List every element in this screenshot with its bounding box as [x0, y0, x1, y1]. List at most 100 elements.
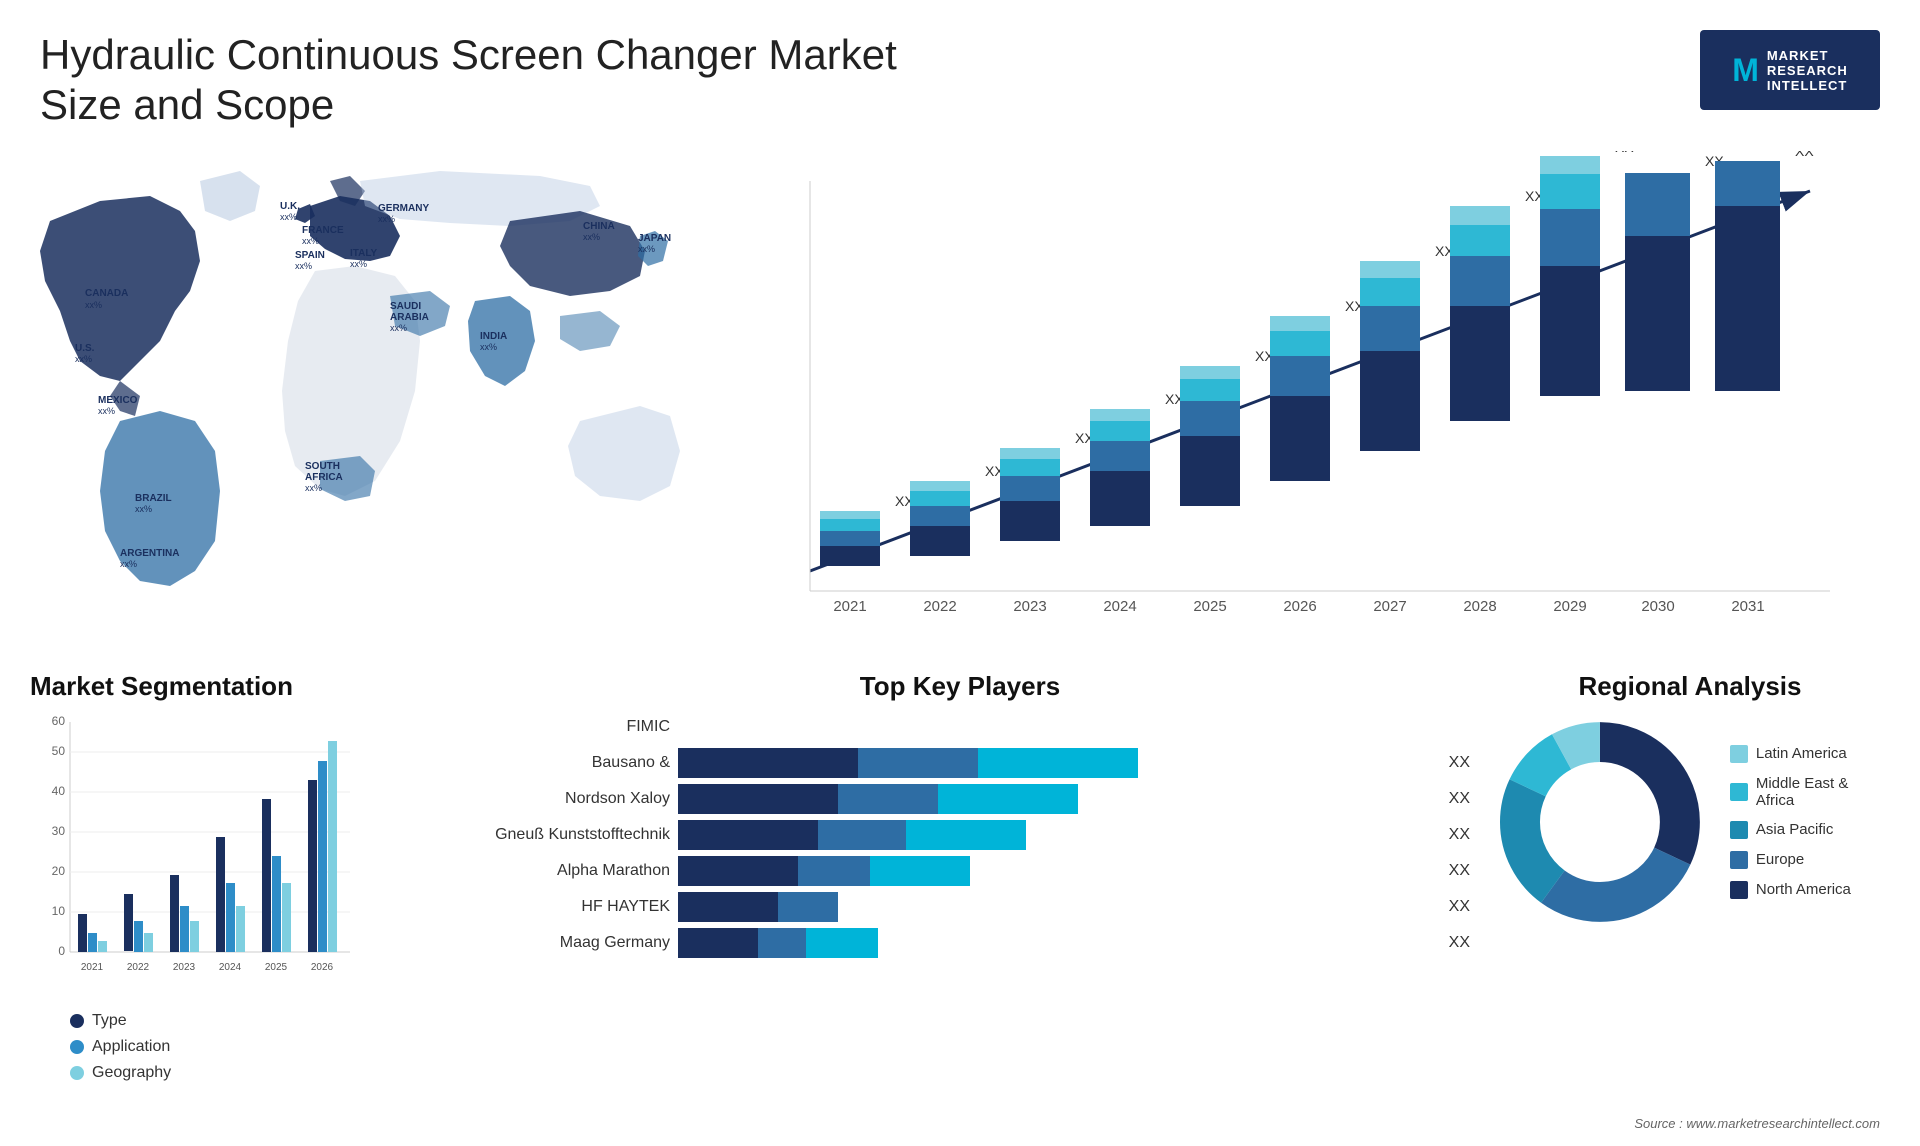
player-xx-bausano: XX: [1449, 754, 1470, 772]
japan-label: JAPAN: [638, 233, 671, 244]
player-bar-light-bausano: [978, 748, 1138, 778]
middle-east-color: [1730, 783, 1748, 801]
india-value: xx%: [480, 342, 497, 352]
seg-application-label: Application: [92, 1038, 170, 1056]
canada-label: CANADA: [85, 288, 128, 299]
player-bar-dark-maag: [678, 928, 758, 958]
logo-inner: M MARKET RESEARCH INTELLECT: [1732, 48, 1848, 93]
svg-text:XX: XX: [1615, 151, 1634, 155]
svg-text:2025: 2025: [1193, 598, 1226, 615]
page-header: Hydraulic Continuous Screen Changer Mark…: [0, 0, 1920, 141]
uk-label: U.K.: [280, 201, 300, 212]
us-label: U.S.: [75, 343, 95, 354]
player-bar-dark-bausano: [678, 748, 858, 778]
donut-chart-svg: [1490, 712, 1710, 932]
player-bar-alpha: [678, 856, 1433, 886]
safrica-value: xx%: [305, 483, 322, 493]
player-xx-nordson: XX: [1449, 790, 1470, 808]
bar-chart-section: 2021 XX 2022 XX 2023 XX 2024 XX: [700, 141, 1900, 661]
north-america-color: [1730, 881, 1748, 899]
player-bar-light-maag: [806, 928, 878, 958]
player-bar-bausano: [678, 748, 1433, 778]
logo-text: MARKET RESEARCH INTELLECT: [1767, 48, 1848, 93]
player-bar-light-alpha: [870, 856, 970, 886]
geography-color-dot: [70, 1066, 84, 1080]
uk-value: xx%: [280, 212, 297, 222]
player-name-maag: Maag Germany: [450, 934, 670, 952]
seg-legend-geography: Geography: [70, 1064, 430, 1082]
seg-type-label: Type: [92, 1012, 127, 1030]
germany-value: xx%: [378, 214, 395, 224]
italy-label: ITALY: [350, 248, 378, 259]
spain-label: SPAIN: [295, 250, 325, 261]
world-map-section: CANADA xx% U.S. xx% MEXICO xx% BRAZIL xx…: [20, 141, 700, 661]
player-row-maag: Maag Germany XX: [450, 928, 1470, 958]
player-xx-maag: XX: [1449, 934, 1470, 952]
application-color-dot: [70, 1040, 84, 1054]
svg-text:2022: 2022: [923, 598, 956, 615]
world-map-svg: CANADA xx% U.S. xx% MEXICO xx% BRAZIL xx…: [20, 141, 700, 641]
player-bar-mid-alpha: [798, 856, 870, 886]
legend-middle-east: Middle East & Africa: [1730, 775, 1890, 809]
svg-text:20: 20: [52, 864, 66, 878]
player-bar-dark-alpha: [678, 856, 798, 886]
player-xx-gneuss: XX: [1449, 826, 1470, 844]
player-bar-hf: [678, 892, 1433, 922]
player-bar-nordson: [678, 784, 1433, 814]
italy-value: xx%: [350, 259, 367, 269]
legend-latin-america: Latin America: [1730, 745, 1890, 763]
spain-value: xx%: [295, 261, 312, 271]
europe-label: Europe: [1756, 851, 1804, 868]
seg-legend-application: Application: [70, 1038, 430, 1056]
safrica-label2: AFRICA: [305, 472, 343, 483]
safrica-label: SOUTH: [305, 461, 340, 472]
top-content: CANADA xx% U.S. xx% MEXICO xx% BRAZIL xx…: [0, 141, 1920, 661]
mexico-value: xx%: [98, 406, 115, 416]
player-xx-alpha: XX: [1449, 862, 1470, 880]
svg-text:2024: 2024: [1103, 598, 1136, 615]
player-bar-mid-gneuss: [818, 820, 906, 850]
svg-text:30: 30: [52, 824, 66, 838]
svg-text:2023: 2023: [1013, 598, 1046, 615]
logo-box: M MARKET RESEARCH INTELLECT: [1700, 30, 1880, 110]
svg-text:0: 0: [58, 944, 65, 958]
key-players-title: Top Key Players: [450, 671, 1470, 702]
brazil-label: BRAZIL: [135, 493, 172, 504]
player-name-nordson: Nordson Xaloy: [450, 790, 670, 808]
legend-europe: Europe: [1730, 851, 1890, 869]
europe-color: [1730, 851, 1748, 869]
bottom-section: Market Segmentation 0 10 20 30 40 50 60: [0, 661, 1920, 1111]
player-name-gneuss: Gneuß Kunststofftechnik: [450, 826, 670, 844]
brazil-value: xx%: [135, 504, 152, 514]
regional-title: Regional Analysis: [1490, 671, 1890, 702]
type-color-dot: [70, 1014, 84, 1028]
seg-geography-label: Geography: [92, 1064, 171, 1082]
svg-text:50: 50: [52, 744, 66, 758]
player-row-nordson: Nordson Xaloy XX: [450, 784, 1470, 814]
player-row-bausano: Bausano & XX: [450, 748, 1470, 778]
svg-text:10: 10: [52, 904, 66, 918]
player-bar-mid-hf: [778, 892, 838, 922]
svg-text:2030: 2030: [1641, 598, 1674, 615]
player-xx-hf: XX: [1449, 898, 1470, 916]
saudi-label: SAUDI: [390, 301, 421, 312]
player-row-fimic: FIMIC: [450, 712, 1470, 742]
player-bar-maag: [678, 928, 1433, 958]
argentina-label: ARGENTINA: [120, 548, 179, 559]
canada-value: xx%: [85, 300, 102, 310]
saudi-label2: ARABIA: [390, 312, 429, 323]
japan-value: xx%: [638, 244, 655, 254]
legend-asia-pacific: Asia Pacific: [1730, 821, 1890, 839]
segmentation-section: Market Segmentation 0 10 20 30 40 50 60: [30, 671, 430, 1101]
donut-legend: Latin America Middle East & Africa Asia …: [1730, 745, 1890, 899]
player-bar-gneuss: [678, 820, 1433, 850]
svg-text:2023: 2023: [173, 962, 196, 973]
player-bar-dark-gneuss: [678, 820, 818, 850]
germany-label: GERMANY: [378, 203, 429, 214]
segmentation-title: Market Segmentation: [30, 671, 430, 702]
player-row-hf: HF HAYTEK XX: [450, 892, 1470, 922]
svg-text:2025: 2025: [265, 962, 288, 973]
svg-text:60: 60: [52, 714, 66, 728]
china-label: CHINA: [583, 221, 615, 232]
player-bar-dark-nordson: [678, 784, 838, 814]
